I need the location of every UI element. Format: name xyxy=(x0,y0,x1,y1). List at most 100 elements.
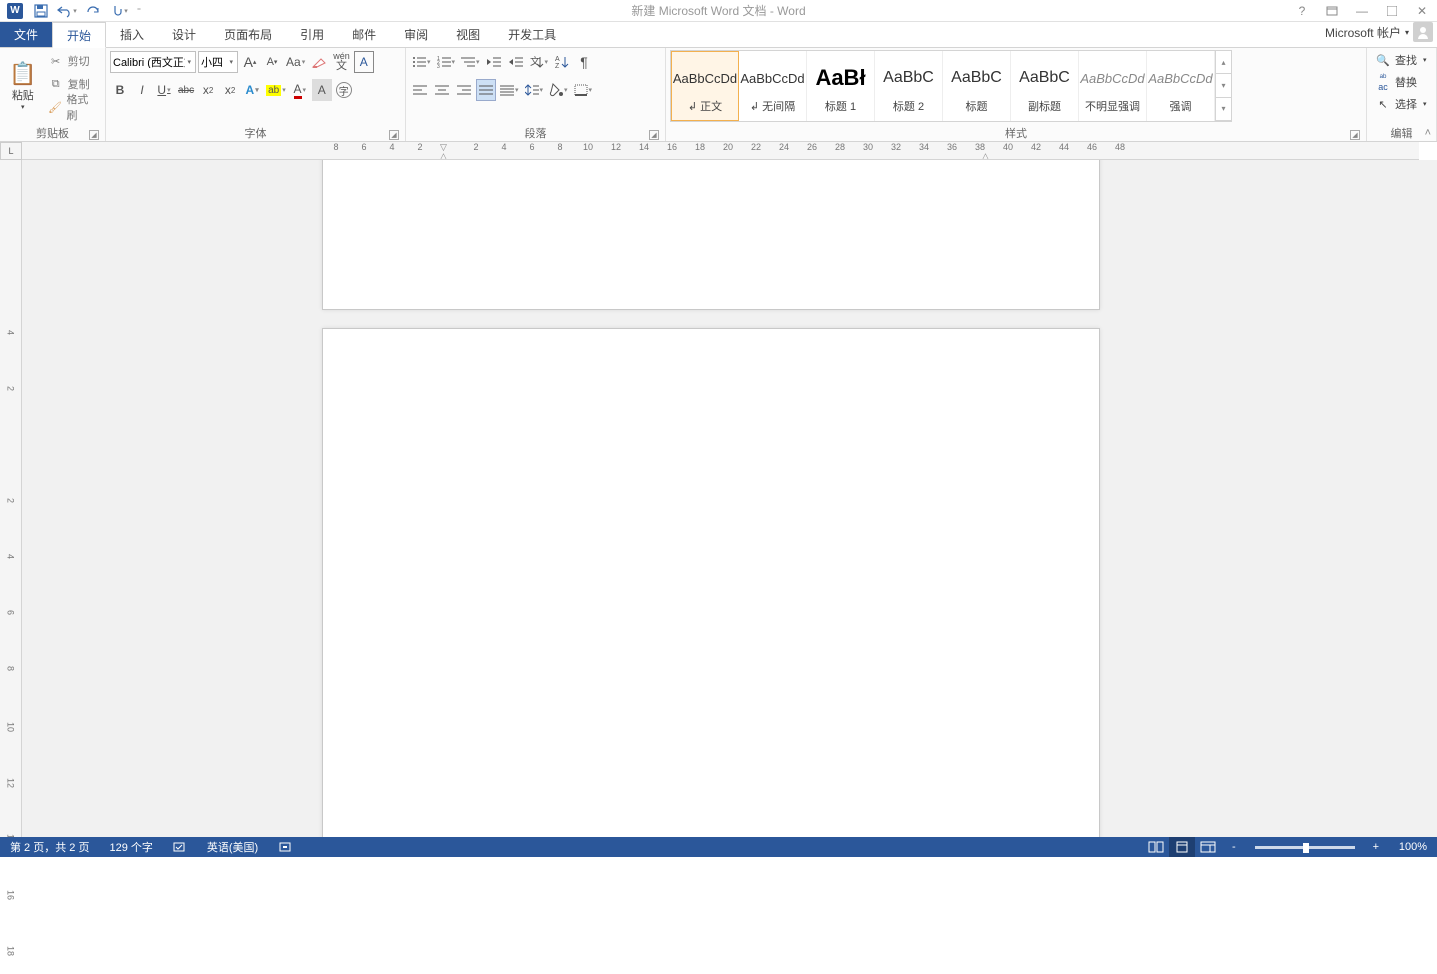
change-case-button[interactable]: Aa▾ xyxy=(284,51,307,73)
gallery-down[interactable]: ▾ xyxy=(1216,74,1231,97)
help-button[interactable]: ? xyxy=(1287,1,1317,21)
font-name-combo[interactable]: ▾ xyxy=(110,51,196,73)
zoom-slider[interactable] xyxy=(1255,846,1355,849)
zoom-thumb[interactable] xyxy=(1303,843,1309,853)
font-name-input[interactable] xyxy=(113,56,185,68)
read-mode-button[interactable] xyxy=(1143,837,1169,857)
paste-button[interactable]: 📋 粘贴 ▾ xyxy=(4,50,42,122)
indent-marker-icon[interactable]: △ xyxy=(440,151,447,160)
tab-selector[interactable]: L xyxy=(0,142,22,160)
style-item-7[interactable]: AaBbCcDd强调 xyxy=(1147,51,1215,121)
gallery-up[interactable]: ▴ xyxy=(1216,51,1231,74)
style-item-1[interactable]: AaBbCcDd↲ 无间隔 xyxy=(739,51,807,121)
font-size-combo[interactable]: ▾ xyxy=(198,51,238,73)
align-right-button[interactable] xyxy=(454,79,474,101)
strikethrough-button[interactable]: abc xyxy=(176,79,196,101)
tab-file[interactable]: 文件 xyxy=(0,22,52,47)
select-button[interactable]: ↖选择▾ xyxy=(1371,94,1431,114)
gallery-more[interactable]: ▾ xyxy=(1216,98,1231,121)
close-button[interactable]: ✕ xyxy=(1407,1,1437,21)
shrink-font-button[interactable]: A▾ xyxy=(262,51,282,73)
vertical-scrollbar[interactable] xyxy=(1419,160,1437,837)
font-launcher[interactable]: ◢ xyxy=(389,130,399,140)
page-1[interactable] xyxy=(322,160,1100,310)
app-icon[interactable]: W xyxy=(2,1,28,21)
highlight-button[interactable]: ab▾ xyxy=(264,79,288,101)
right-indent-marker-icon[interactable]: △ xyxy=(982,151,989,160)
sort-button[interactable]: AZ xyxy=(552,51,572,73)
web-layout-button[interactable] xyxy=(1195,837,1221,857)
page-2[interactable] xyxy=(322,328,1100,837)
tab-insert[interactable]: 插入 xyxy=(106,22,158,47)
align-distribute-button[interactable]: ▾ xyxy=(498,79,521,101)
touch-mode-button[interactable]: ▾ xyxy=(106,1,132,21)
print-layout-button[interactable] xyxy=(1169,837,1195,857)
tab-developer[interactable]: 开发工具 xyxy=(494,22,570,47)
tab-layout[interactable]: 页面布局 xyxy=(210,22,286,47)
qat-customize[interactable]: ⁼ xyxy=(132,1,146,21)
save-button[interactable] xyxy=(28,1,54,21)
grow-font-button[interactable]: A▴ xyxy=(240,51,260,73)
char-shading-button[interactable]: A xyxy=(312,79,332,101)
replace-button[interactable]: ᵃᵇac替换 xyxy=(1371,72,1421,92)
zoom-out-button[interactable]: - xyxy=(1221,837,1247,857)
zoom-level[interactable]: 100% xyxy=(1389,841,1437,853)
style-item-6[interactable]: AaBbCcDd不明显强调 xyxy=(1079,51,1147,121)
text-direction-button[interactable]: 文▾ xyxy=(528,51,551,73)
style-item-5[interactable]: AaBbC副标题 xyxy=(1011,51,1079,121)
page-number-status[interactable]: 第 2 页，共 2 页 xyxy=(0,839,99,855)
underline-button[interactable]: U▾ xyxy=(154,79,174,101)
superscript-button[interactable]: x2 xyxy=(220,79,240,101)
style-item-3[interactable]: AaBbC标题 2 xyxy=(875,51,943,121)
redo-button[interactable] xyxy=(80,1,106,21)
enclose-char-button[interactable]: 字 xyxy=(334,79,354,101)
tab-view[interactable]: 视图 xyxy=(442,22,494,47)
account-area[interactable]: Microsoft 帐户 ▾ xyxy=(1325,22,1433,42)
multilevel-button[interactable]: ▾ xyxy=(459,51,482,73)
clear-format-button[interactable] xyxy=(309,51,329,73)
borders-button[interactable]: ▾ xyxy=(572,79,595,101)
language-status[interactable]: 英语(美国) xyxy=(197,839,268,855)
align-center-button[interactable] xyxy=(432,79,452,101)
macro-status[interactable] xyxy=(268,841,302,853)
maximize-button[interactable] xyxy=(1377,1,1407,21)
cut-button[interactable]: ✂剪切 xyxy=(44,50,101,72)
collapse-ribbon-button[interactable]: ˄ xyxy=(1425,127,1431,139)
italic-button[interactable]: I xyxy=(132,79,152,101)
style-item-0[interactable]: AaBbCcDd↲ 正文 xyxy=(671,51,739,121)
format-painter-button[interactable]: 🖌格式刷 xyxy=(44,96,101,118)
clipboard-launcher[interactable]: ◢ xyxy=(89,130,99,140)
tab-mailings[interactable]: 邮件 xyxy=(338,22,390,47)
show-marks-button[interactable]: ¶ xyxy=(574,51,594,73)
find-button[interactable]: 🔍查找▾ xyxy=(1371,50,1431,70)
line-spacing-button[interactable]: ▾ xyxy=(523,79,546,101)
bullets-button[interactable]: ▾ xyxy=(410,51,433,73)
ribbon-display-button[interactable] xyxy=(1317,1,1347,21)
document-area[interactable] xyxy=(22,160,1419,837)
tab-references[interactable]: 引用 xyxy=(286,22,338,47)
styles-launcher[interactable]: ◢ xyxy=(1350,130,1360,140)
style-item-2[interactable]: AaBł标题 1 xyxy=(807,51,875,121)
style-item-4[interactable]: AaBbC标题 xyxy=(943,51,1011,121)
horizontal-ruler[interactable]: 8642246810121416182022242628303234363840… xyxy=(22,142,1419,160)
bold-button[interactable]: B xyxy=(110,79,130,101)
align-justify-button[interactable] xyxy=(476,79,496,101)
spellcheck-status[interactable] xyxy=(163,840,197,854)
numbering-button[interactable]: 123▾ xyxy=(435,51,458,73)
phonetic-guide-button[interactable]: wén文 xyxy=(331,51,352,73)
align-left-button[interactable] xyxy=(410,79,430,101)
text-effects-button[interactable]: A▾ xyxy=(242,79,262,101)
decrease-indent-button[interactable] xyxy=(484,51,504,73)
font-color-button[interactable]: A▾ xyxy=(290,79,310,101)
increase-indent-button[interactable] xyxy=(506,51,526,73)
subscript-button[interactable]: x2 xyxy=(198,79,218,101)
tab-home[interactable]: 开始 xyxy=(52,22,106,48)
tab-review[interactable]: 审阅 xyxy=(390,22,442,47)
vertical-ruler[interactable]: 4224681012141618 xyxy=(0,160,22,837)
tab-design[interactable]: 设计 xyxy=(158,22,210,47)
shading-button[interactable]: ▾ xyxy=(547,79,570,101)
font-size-input[interactable] xyxy=(201,56,227,68)
minimize-button[interactable]: — xyxy=(1347,1,1377,21)
word-count-status[interactable]: 129 个字 xyxy=(99,839,162,855)
paragraph-launcher[interactable]: ◢ xyxy=(649,130,659,140)
